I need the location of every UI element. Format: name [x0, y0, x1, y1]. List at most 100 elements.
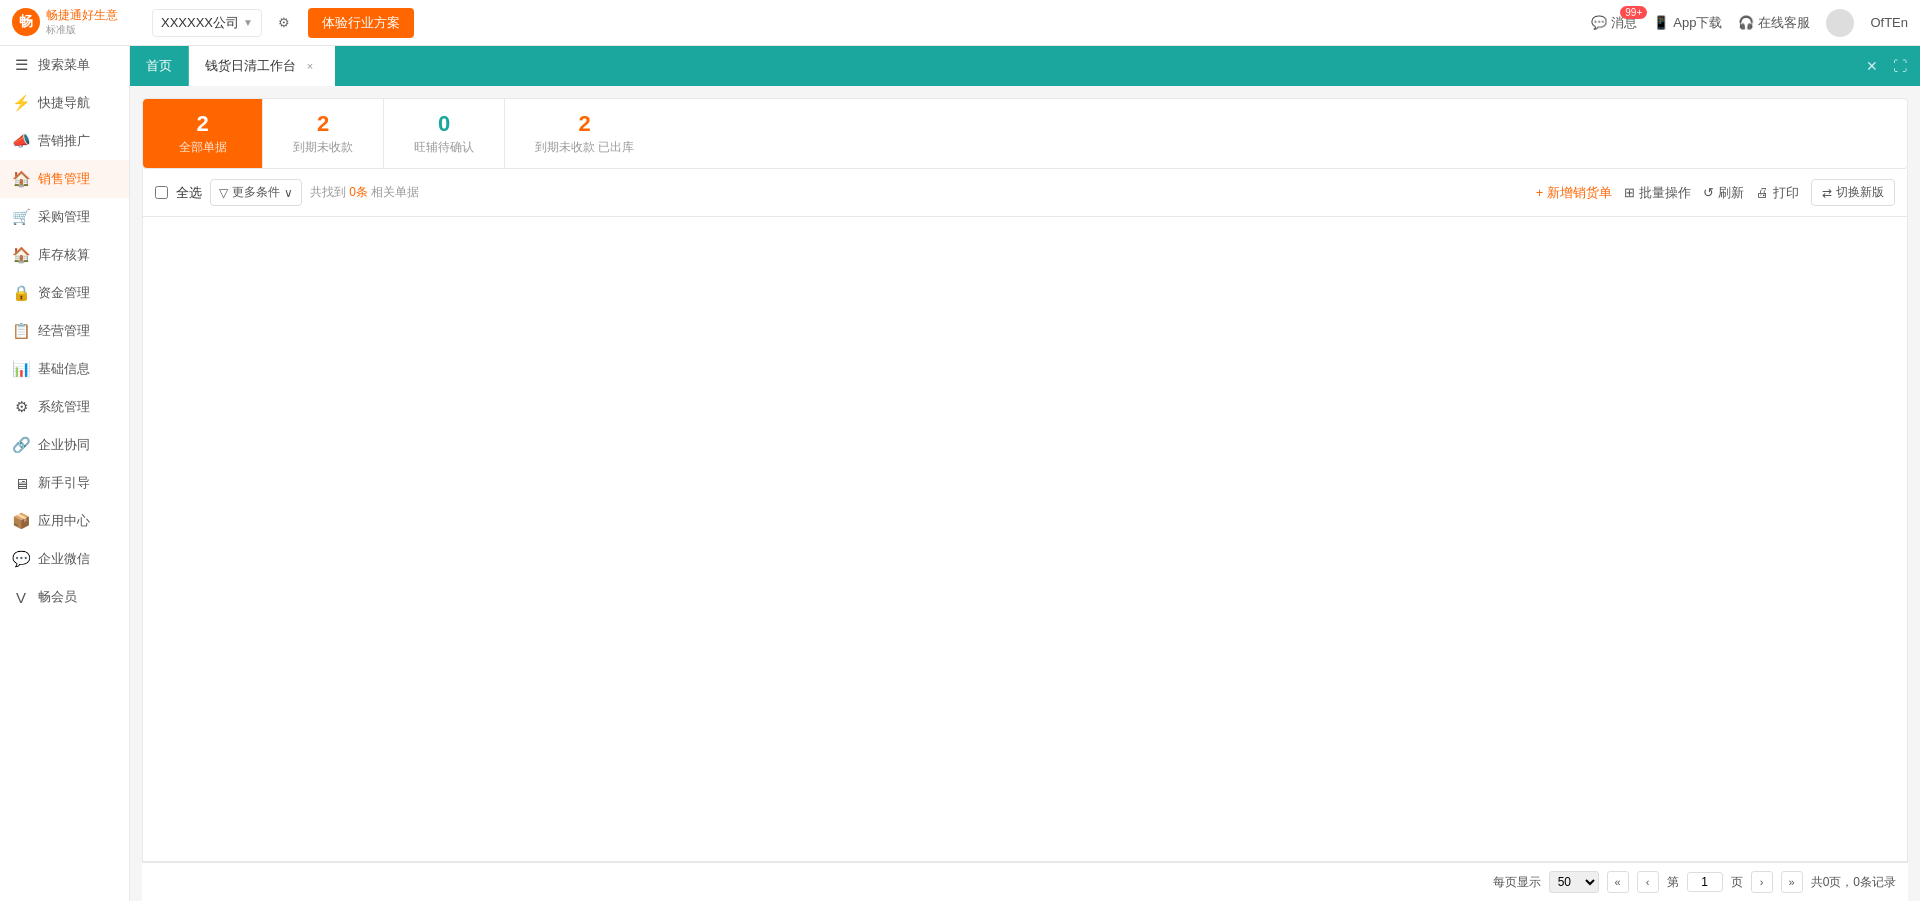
sidebar-label-8: 基础信息	[38, 360, 90, 378]
message-badge: 99+	[1620, 6, 1647, 19]
sidebar-icon-3: 🏠	[12, 170, 30, 188]
switch-label: 切换新版	[1836, 184, 1884, 201]
sidebar-item-7[interactable]: 📋 经营管理	[0, 312, 129, 350]
stat-all[interactable]: 2 全部单据	[143, 99, 263, 168]
sidebar-item-1[interactable]: ⚡ 快捷导航	[0, 84, 129, 122]
sidebar-item-4[interactable]: 🛒采购管理	[0, 198, 129, 236]
logo-icon: 畅	[12, 8, 40, 36]
online-service-label: 在线客服	[1758, 14, 1810, 32]
sidebar-icon-7: 📋	[12, 322, 30, 340]
online-service-action[interactable]: 🎧 在线客服	[1738, 14, 1810, 32]
result-text: 共找到 0条 相关单据	[310, 184, 419, 201]
logo-area: 畅 畅捷通好生意 标准版	[12, 8, 142, 36]
trial-button[interactable]: 体验行业方案	[308, 8, 414, 38]
avatar[interactable]	[1826, 9, 1854, 37]
stat-overdue[interactable]: 2 到期未收款	[263, 99, 384, 168]
stat-pending-label: 旺辅待确认	[414, 139, 474, 156]
filter-icon: ▽	[219, 186, 228, 200]
sidebar-item-6[interactable]: 🔒资金管理	[0, 274, 129, 312]
toolbar: 全选 ▽ 更多条件 ∨ 共找到 0条 相关单据 + 新增销货单 ⊞ 批量操作 ↺	[142, 169, 1908, 217]
sidebar-item-2[interactable]: 📣营销推广	[0, 122, 129, 160]
sidebar-label-10: 企业协同	[38, 436, 90, 454]
app-download-action[interactable]: 📱 App下载	[1653, 14, 1722, 32]
stat-overdue-number: 2	[317, 111, 329, 137]
settings-button[interactable]: ⚙	[270, 9, 298, 37]
print-button[interactable]: 🖨 打印	[1756, 184, 1799, 202]
sidebar-item-10[interactable]: 🔗 企业协同	[0, 426, 129, 464]
page-label: 第	[1667, 874, 1679, 891]
prev-page-button[interactable]: ‹	[1637, 871, 1659, 893]
next-page-button[interactable]: ›	[1751, 871, 1773, 893]
sidebar-item-11[interactable]: 🖥 新手引导	[0, 464, 129, 502]
first-page-button[interactable]: «	[1607, 871, 1629, 893]
select-all-checkbox[interactable]	[155, 186, 168, 199]
print-icon: 🖨	[1756, 185, 1769, 200]
stat-shipped-number: 2	[579, 111, 591, 137]
sidebar: ☰搜索菜单 ⚡ 快捷导航 📣营销推广 🏠 销售管理 🛒采购管理🏠库存核算🔒资金管理 📋 经营管理…	[0, 46, 130, 901]
tab-home[interactable]: 首页	[130, 46, 189, 86]
sidebar-item-3[interactable]: 🏠 销售管理	[0, 160, 129, 198]
sidebar-item-5[interactable]: 🏠库存核算	[0, 236, 129, 274]
sidebar-item-0[interactable]: ☰搜索菜单	[0, 46, 129, 84]
sidebar-icon-6: 🔒	[12, 284, 30, 302]
stats-row: 2 全部单据 2 到期未收款 0 旺辅待确认 2 到期未收款 已出库	[142, 98, 1908, 169]
sidebar-label-7: 经营管理	[38, 322, 90, 340]
sidebar-icon-13: 💬	[12, 550, 30, 568]
tab-close-all-button[interactable]: ✕	[1860, 54, 1884, 78]
sidebar-icon-9: ⚙	[12, 398, 30, 416]
per-page-select[interactable]: 50 100 200	[1549, 871, 1599, 893]
result-prefix: 共找到	[310, 185, 346, 199]
last-page-button[interactable]: »	[1781, 871, 1803, 893]
stat-shipped[interactable]: 2 到期未收款 已出库	[505, 99, 664, 168]
sidebar-label-11: 新手引导	[38, 474, 90, 492]
tab-work-label: 钱货日清工作台	[205, 57, 296, 75]
switch-icon: ⇄	[1822, 186, 1832, 200]
result-count: 0条	[349, 185, 368, 199]
batch-label: 批量操作	[1639, 184, 1691, 202]
sidebar-item-9[interactable]: ⚙ 系统管理	[0, 388, 129, 426]
app-download-label: App下载	[1673, 14, 1722, 32]
sidebar-item-14[interactable]: V畅会员	[0, 578, 129, 616]
top-header: 畅 畅捷通好生意 标准版 XXXXXX公司 ▼ ⚙ 体验行业方案 💬 消息 99…	[0, 0, 1920, 46]
company-selector[interactable]: XXXXXX公司 ▼	[152, 9, 262, 37]
download-icon: 📱	[1653, 15, 1669, 30]
refresh-button[interactable]: ↺ 刷新	[1703, 184, 1744, 202]
switch-version-button[interactable]: ⇄ 切换新版	[1811, 179, 1895, 206]
table-area	[142, 217, 1908, 862]
message-action[interactable]: 💬 消息 99+	[1591, 14, 1637, 32]
sidebar-icon-14: V	[12, 589, 30, 606]
batch-icon: ⊞	[1624, 185, 1635, 200]
sidebar-label-12: 应用中心	[38, 512, 90, 530]
sidebar-icon-2: 📣	[12, 132, 30, 150]
sidebar-icon-1: ⚡	[12, 94, 30, 112]
stat-overdue-label: 到期未收款	[293, 139, 353, 156]
add-sale-order-button[interactable]: + 新增销货单	[1536, 184, 1612, 202]
sidebar-label-0: 搜索菜单	[38, 56, 90, 74]
sidebar-label-3: 销售管理	[38, 170, 90, 188]
sidebar-icon-10: 🔗	[12, 436, 30, 454]
sidebar-label-1: 快捷导航	[38, 94, 90, 112]
sidebar-label-4: 采购管理	[38, 208, 90, 226]
per-page-label: 每页显示	[1493, 874, 1541, 891]
tab-close-icon[interactable]: ×	[302, 58, 318, 74]
tab-home-label: 首页	[146, 57, 172, 75]
content-area: 2 全部单据 2 到期未收款 0 旺辅待确认 2 到期未收款 已出库 全选 ▽ …	[130, 86, 1920, 901]
user-name: OfTEn	[1870, 15, 1908, 30]
sidebar-item-8[interactable]: 📊 基础信息	[0, 350, 129, 388]
sidebar-item-12[interactable]: 📦应用中心	[0, 502, 129, 540]
tab-maximize-button[interactable]: ⛶	[1888, 54, 1912, 78]
batch-operation-button[interactable]: ⊞ 批量操作	[1624, 184, 1691, 202]
tab-work[interactable]: 钱货日清工作台 ×	[189, 46, 335, 86]
sidebar-icon-8: 📊	[12, 360, 30, 378]
sidebar-item-13[interactable]: 💬企业微信	[0, 540, 129, 578]
chevron-down-icon: ▼	[243, 17, 253, 28]
sidebar-label-9: 系统管理	[38, 398, 90, 416]
stat-pending[interactable]: 0 旺辅待确认	[384, 99, 505, 168]
refresh-icon: ↺	[1703, 185, 1714, 200]
page-input[interactable]	[1687, 872, 1723, 892]
sidebar-icon-11: 🖥	[12, 475, 30, 492]
refresh-label: 刷新	[1718, 184, 1744, 202]
logo-sub: 标准版	[46, 23, 118, 37]
page-suffix-label: 页	[1731, 874, 1743, 891]
filter-button[interactable]: ▽ 更多条件 ∨	[210, 179, 302, 206]
